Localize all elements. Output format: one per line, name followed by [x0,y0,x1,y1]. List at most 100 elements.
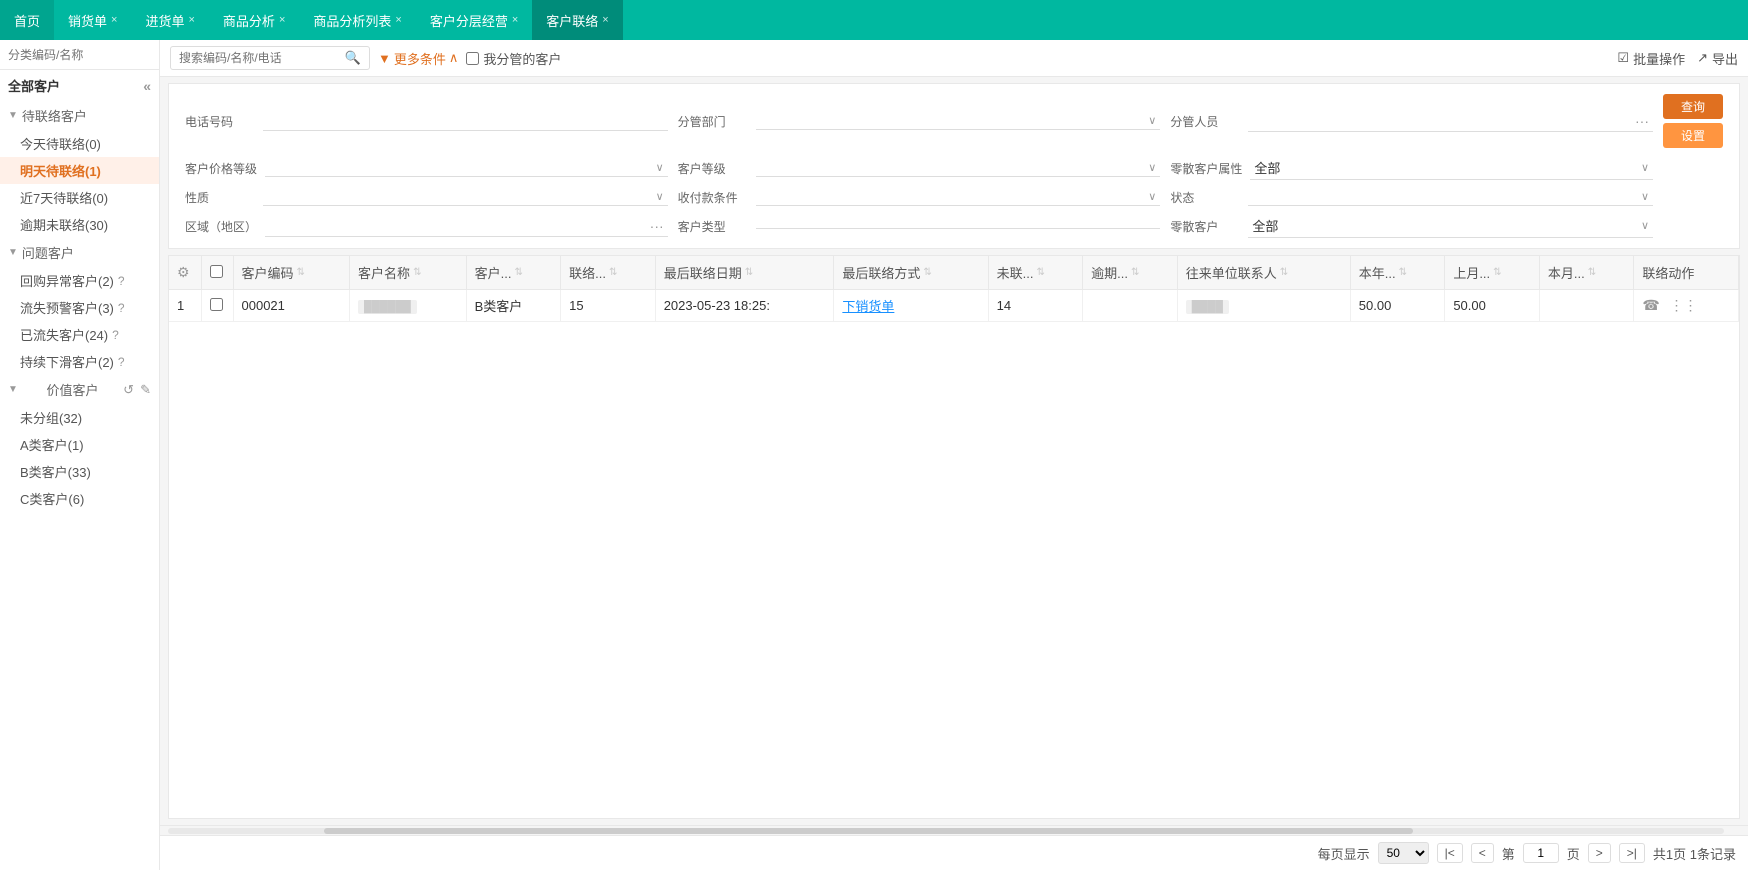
nav-home[interactable]: 首页 [0,0,54,40]
toolbar-search-input[interactable] [179,51,341,65]
th-overdue-sort[interactable]: ⇅ [1131,267,1139,278]
sidebar-item-a-class[interactable]: A类客户(1) [0,431,159,458]
th-last-month-sort[interactable]: ⇅ [1493,267,1501,278]
export-btn[interactable]: ↗ 导出 [1697,49,1738,68]
nav-sales-close[interactable]: × [111,14,117,26]
sidebar-item-churn-warning[interactable]: 流失预警客户(3) ? [0,294,159,321]
filter-manager-dots[interactable]: ··· [1635,113,1649,129]
sidebar-group-value[interactable]: 价值客户 ↺ ✎ [0,375,159,404]
filter-customer-type-select[interactable] [756,224,1161,229]
filter-status-arrow: ∨ [1641,190,1649,203]
page-prev-btn[interactable]: < [1471,843,1494,863]
th-overdue: 逾期... ⇅ [1083,256,1178,290]
nav-customer-contact[interactable]: 客户联络 × [532,0,622,40]
row-action-contact-icon[interactable]: ☎ [1642,297,1659,313]
th-this-month-sort[interactable]: ⇅ [1588,267,1596,278]
filter-customer-type: 客户类型 [678,218,1161,235]
table-select-all[interactable] [210,265,223,278]
filter-dept-label: 分管部门 [678,113,748,130]
sidebar-search-input[interactable] [8,48,160,62]
my-customers-checkbox[interactable] [466,52,479,65]
table-settings-icon[interactable]: ⚙ [177,264,190,280]
filter-retail-select[interactable]: 全部 ∨ [1248,214,1653,238]
batch-btn[interactable]: ☑ 批量操作 [1617,49,1685,68]
sidebar-item-b-class-label: B类客户(33) [20,462,91,481]
sidebar-group-problem[interactable]: 问题客户 [0,238,159,267]
sidebar-item-today[interactable]: 今天待联络(0) [0,130,159,157]
sidebar-group-pending[interactable]: 待联络客户 [0,101,159,130]
sidebar-item-week[interactable]: 近7天待联络(0) [0,184,159,211]
filter-icon: ▼ [378,51,391,66]
sidebar-group-value-edit-icon[interactable]: ✎ [140,382,151,398]
filter-customer-level-select[interactable]: ∨ [756,159,1161,177]
sidebar-item-today-label: 今天待联络(0) [20,134,101,153]
sidebar-item-tomorrow[interactable]: 明天待联络(1) [0,157,159,184]
th-contact-person-sort[interactable]: ⇅ [1280,267,1288,278]
nav-customer-contact-close[interactable]: × [602,14,608,26]
nav-product-analysis-close[interactable]: × [279,14,285,26]
filter-more-btn[interactable]: ▼ 更多条件 ∧ [378,49,458,68]
th-uncontacted-sort[interactable]: ⇅ [1036,267,1044,278]
nav-customer-tier-close[interactable]: × [512,14,518,26]
nav-product-analysis[interactable]: 商品分析 × [209,0,299,40]
filter-manager-select[interactable]: ··· [1248,111,1653,132]
page-input[interactable] [1523,843,1559,863]
sidebar-item-overdue[interactable]: 逾期未联络(30) [0,211,159,238]
scrollbar-thumb[interactable] [324,828,1413,834]
table-area: ⚙ 客户编码 ⇅ 客户名称 [168,255,1740,819]
td-code: 000021 [233,290,350,322]
td-name-blurred: ██████ [358,300,417,314]
row-action-more-icon[interactable]: ⋮⋮ [1669,297,1697,313]
nav-purchase[interactable]: 进货单 × [131,0,208,40]
page-last-btn[interactable]: >| [1619,843,1645,863]
my-customers-checkbox-label[interactable]: 我分管的客户 [466,49,561,68]
th-this-month: 本月... ⇅ [1539,256,1634,290]
th-last-method-sort[interactable]: ⇅ [923,267,931,278]
sidebar-item-churned[interactable]: 已流失客户(24) ? [0,321,159,348]
query-btn[interactable]: 查询 [1663,94,1723,119]
filter-retail-arrow: ∨ [1641,219,1649,232]
filter-status-select[interactable]: ∨ [1248,188,1653,206]
settings-btn[interactable]: 设置 [1663,123,1723,148]
nav-purchase-close[interactable]: × [188,14,194,26]
th-last-date-sort[interactable]: ⇅ [745,267,753,278]
row-checkbox[interactable] [210,298,223,311]
horizontal-scrollbar[interactable] [160,825,1748,835]
th-code-sort[interactable]: ⇅ [297,267,305,278]
sidebar-group-value-refresh-icon[interactable]: ↺ [123,382,134,398]
sidebar-item-ungroup[interactable]: 未分组(32) [0,404,159,431]
th-contact-count-sort[interactable]: ⇅ [609,267,617,278]
filter-payment-select[interactable]: ∨ [756,188,1161,206]
sidebar-item-declining[interactable]: 持续下滑客户(2) ? [0,348,159,375]
filter-nature-select[interactable]: ∨ [263,188,668,206]
filter-region-select[interactable]: ··· [265,216,668,237]
filter-phone-input[interactable] [263,112,668,131]
nav-product-list-close[interactable]: × [395,14,401,26]
sidebar-collapse-btn[interactable]: « [143,78,151,94]
filter-region-dots[interactable]: ··· [650,218,664,234]
my-customers-label: 我分管的客户 [483,49,561,68]
per-page-select[interactable]: 50 100 200 [1378,842,1429,864]
sidebar-item-c-class[interactable]: C类客户(6) [0,485,159,512]
filter-dept-select[interactable]: ∨ [756,112,1161,130]
toolbar-search-icon[interactable]: 🔍 [345,50,361,66]
nav-sales[interactable]: 销货单 × [54,0,131,40]
toolbar-search-container: 🔍 [170,46,370,70]
nav-customer-tier[interactable]: 客户分层经营 × [416,0,532,40]
filter-status-label: 状态 [1170,189,1240,206]
th-customer-type-sort[interactable]: ⇅ [514,267,522,278]
th-name-sort[interactable]: ⇅ [413,267,421,278]
sidebar-item-repurchase[interactable]: 回购异常客户(2) ? [0,267,159,294]
filter-chevron-icon: ∧ [449,50,459,66]
th-this-year-label: 本年... [1359,263,1396,282]
filter-retail-attr: 零散客户属性 全部 ∨ [1170,156,1653,180]
page-next-btn[interactable]: > [1588,843,1611,863]
nav-product-list[interactable]: 商品分析列表 × [299,0,415,40]
sidebar-item-b-class[interactable]: B类客户(33) [0,458,159,485]
th-this-year-sort[interactable]: ⇅ [1399,267,1407,278]
filter-price-level-select[interactable]: ∨ [265,159,668,177]
page-first-btn[interactable]: |< [1437,843,1463,863]
td-last-method-link[interactable]: 下销货单 [842,299,894,314]
sidebar-all-customers-label: 全部客户 [8,76,60,95]
filter-retail-attr-select[interactable]: 全部 ∨ [1250,156,1653,180]
